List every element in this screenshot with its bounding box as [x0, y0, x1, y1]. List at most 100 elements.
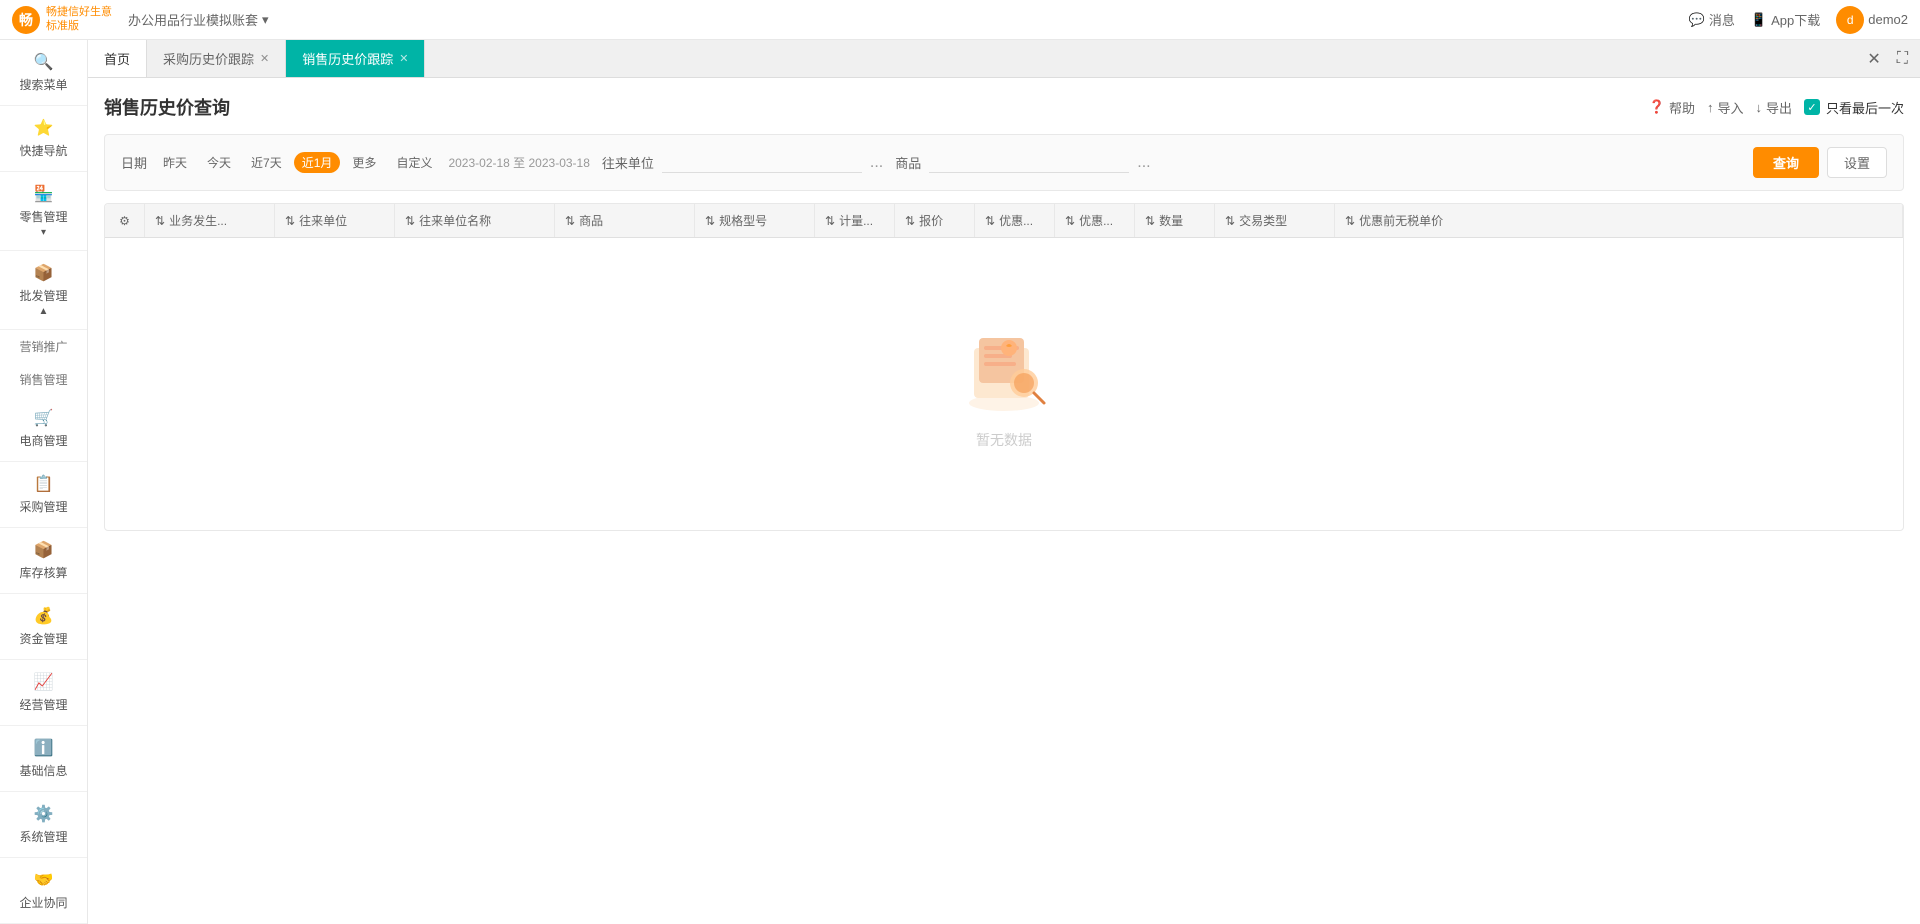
th-product[interactable]: ⇅ 商品: [555, 204, 695, 237]
page-content: 销售历史价查询 ❓ 帮助 ↑ 导入 ↓ 导出 ✓: [88, 78, 1920, 924]
unit-dots-btn[interactable]: ...: [870, 154, 883, 172]
product-filter: 商品 ...: [895, 153, 1150, 173]
sort-icon-product: ⇅: [565, 214, 575, 228]
search-icon: 🔍: [34, 52, 54, 72]
sidebar-item-ecommerce[interactable]: 🛒 电商管理: [0, 396, 87, 462]
app-download-btn[interactable]: 📱 App下载: [1751, 10, 1820, 29]
sidebar-item-wholesale[interactable]: 📦 批发管理 ▲: [0, 251, 87, 330]
unit-label: 往来单位: [602, 153, 654, 172]
table-container: ⚙ ⇅ 业务发生... ⇅ 往来单位 ⇅ 往来单位名称: [104, 203, 1904, 531]
date-label: 日期: [121, 153, 147, 172]
th-calc[interactable]: ⇅ 计量...: [815, 204, 895, 237]
logo-area: 畅 畅捷信好生意 标准版: [12, 6, 112, 34]
th-date[interactable]: ⇅ 业务发生...: [145, 204, 275, 237]
avatar: d: [1836, 6, 1864, 34]
sidebar-item-sales-mgmt[interactable]: 销售管理: [0, 363, 87, 396]
date-custom-btn[interactable]: 自定义: [388, 152, 440, 173]
sidebar-item-basic[interactable]: ℹ️ 基础信息: [0, 726, 87, 792]
th-notax[interactable]: ⇅ 优惠前无税单价: [1335, 204, 1903, 237]
home-tab-label: 首页: [104, 49, 130, 68]
th-discount2[interactable]: ⇅ 优惠...: [1055, 204, 1135, 237]
basic-icon: ℹ️: [34, 738, 54, 758]
product-input[interactable]: [929, 153, 1129, 173]
wholesale-expand-icon: ▲: [39, 306, 49, 317]
download-icon: 📱: [1751, 12, 1767, 28]
purchase-icon: 📋: [34, 474, 54, 494]
date-today-btn[interactable]: 今天: [199, 152, 239, 173]
help-icon: ❓: [1649, 99, 1665, 115]
tab-fullscreen-btn[interactable]: ⛶: [1893, 46, 1912, 72]
sort-icon-unit: ⇅: [285, 214, 295, 228]
sort-icon-calc: ⇅: [825, 214, 835, 228]
tab-sales[interactable]: 销售历史价跟踪 ✕: [286, 40, 425, 77]
purchase-tab-close[interactable]: ✕: [260, 52, 269, 65]
date-more-btn[interactable]: 更多: [344, 152, 384, 173]
sidebar-item-inventory[interactable]: 📦 库存核算: [0, 528, 87, 594]
date-filter: 日期 昨天 今天 近7天 近1月 更多 自定义 2023-02-18 至 202…: [121, 152, 590, 173]
sidebar-item-retail[interactable]: 🏪 零售管理 ▾: [0, 172, 87, 251]
sidebar-item-marketing[interactable]: 营销推广: [0, 330, 87, 363]
sort-icon-d1: ⇅: [985, 214, 995, 228]
sidebar-item-cooperation[interactable]: 🤝 企业协同: [0, 858, 87, 924]
system-icon: ⚙️: [34, 804, 54, 824]
filter-bar: 日期 昨天 今天 近7天 近1月 更多 自定义 2023-02-18 至 202…: [104, 134, 1904, 191]
date-filter-btns: 昨天 今天 近7天 近1月 更多 自定义: [155, 152, 440, 173]
table-settings-icon: ⚙: [119, 214, 130, 228]
th-price[interactable]: ⇅ 报价: [895, 204, 975, 237]
sidebar-item-purchase[interactable]: 📋 采购管理: [0, 462, 87, 528]
query-btn[interactable]: 查询: [1753, 147, 1819, 178]
th-qty[interactable]: ⇅ 数量: [1135, 204, 1215, 237]
only-last-checkbox-area[interactable]: ✓ 只看最后一次: [1804, 98, 1904, 117]
date-yesterday-btn[interactable]: 昨天: [155, 152, 195, 173]
main-layout: 🔍 搜索菜单 ⭐ 快捷导航 🏪 零售管理 ▾ 📦 批发管理 ▲ 营销推广 销售管…: [0, 40, 1920, 924]
th-unit-name[interactable]: ⇅ 往来单位名称: [395, 204, 555, 237]
empty-icon: [954, 318, 1054, 418]
sidebar-item-system[interactable]: ⚙️ 系统管理: [0, 792, 87, 858]
product-dots-btn[interactable]: ...: [1137, 154, 1150, 172]
date-last7-btn[interactable]: 近7天: [243, 152, 290, 173]
inventory-icon: 📦: [34, 540, 54, 560]
th-unit-code[interactable]: ⇅ 往来单位: [275, 204, 395, 237]
star-icon: ⭐: [34, 118, 54, 138]
top-bar-right: 💬 消息 📱 App下载 d demo2: [1689, 6, 1908, 34]
sales-tab-close[interactable]: ✕: [399, 52, 408, 65]
tab-home[interactable]: 首页: [88, 40, 147, 77]
tab-purchase[interactable]: 采购历史价跟踪 ✕: [147, 40, 286, 77]
export-btn[interactable]: ↓ 导出: [1755, 98, 1792, 117]
tab-close-all-btn[interactable]: ✕: [1863, 45, 1884, 73]
sidebar-item-search[interactable]: 🔍 搜索菜单: [0, 40, 87, 106]
message-btn[interactable]: 💬 消息: [1689, 10, 1735, 29]
import-btn[interactable]: ↑ 导入: [1707, 98, 1744, 117]
help-btn[interactable]: ❓ 帮助: [1649, 98, 1695, 117]
sidebar-item-quicknav[interactable]: ⭐ 快捷导航: [0, 106, 87, 172]
tab-bar-right: ✕ ⛶: [1863, 45, 1920, 73]
date-last1m-btn[interactable]: 近1月: [294, 152, 341, 173]
date-range: 2023-02-18 至 2023-03-18: [448, 154, 589, 171]
content-area: 首页 采购历史价跟踪 ✕ 销售历史价跟踪 ✕ ✕ ⛶ 销售历史价查询: [88, 40, 1920, 924]
top-bar: 畅 畅捷信好生意 标准版 办公用品行业模拟账套 ▾ 💬 消息 📱 App下载 d…: [0, 0, 1920, 40]
sort-icon-spec: ⇅: [705, 214, 715, 228]
title-actions: ❓ 帮助 ↑ 导入 ↓ 导出 ✓ 只看最后一次: [1649, 98, 1904, 117]
th-spec[interactable]: ⇅ 规格型号: [695, 204, 815, 237]
import-icon: ↑: [1707, 100, 1714, 115]
page-title-bar: 销售历史价查询 ❓ 帮助 ↑ 导入 ↓ 导出 ✓: [104, 94, 1904, 120]
user-profile[interactable]: d demo2: [1836, 6, 1908, 34]
top-bar-left: 畅 畅捷信好生意 标准版 办公用品行业模拟账套 ▾: [12, 6, 277, 34]
unit-input[interactable]: [662, 153, 862, 173]
table-header: ⚙ ⇅ 业务发生... ⇅ 往来单位 ⇅ 往来单位名称: [105, 204, 1903, 238]
empty-text: 暂无数据: [976, 430, 1032, 450]
sort-icon-d2: ⇅: [1065, 214, 1075, 228]
th-discount1[interactable]: ⇅ 优惠...: [975, 204, 1055, 237]
sidebar-item-operations[interactable]: 📈 经营管理: [0, 660, 87, 726]
th-settings[interactable]: ⚙: [105, 204, 145, 237]
sort-icon-unit-name: ⇅: [405, 214, 415, 228]
filter-settings-btn[interactable]: 设置: [1827, 147, 1887, 178]
sidebar-item-finance[interactable]: 💰 资金管理: [0, 594, 87, 660]
app-selector[interactable]: 办公用品行业模拟账套 ▾: [120, 6, 277, 33]
th-trade[interactable]: ⇅ 交易类型: [1215, 204, 1335, 237]
filter-actions: 查询 设置: [1753, 147, 1887, 178]
export-icon: ↓: [1755, 100, 1762, 115]
sort-icon-price: ⇅: [905, 214, 915, 228]
sort-icon-qty: ⇅: [1145, 214, 1155, 228]
message-icon: 💬: [1689, 12, 1705, 28]
